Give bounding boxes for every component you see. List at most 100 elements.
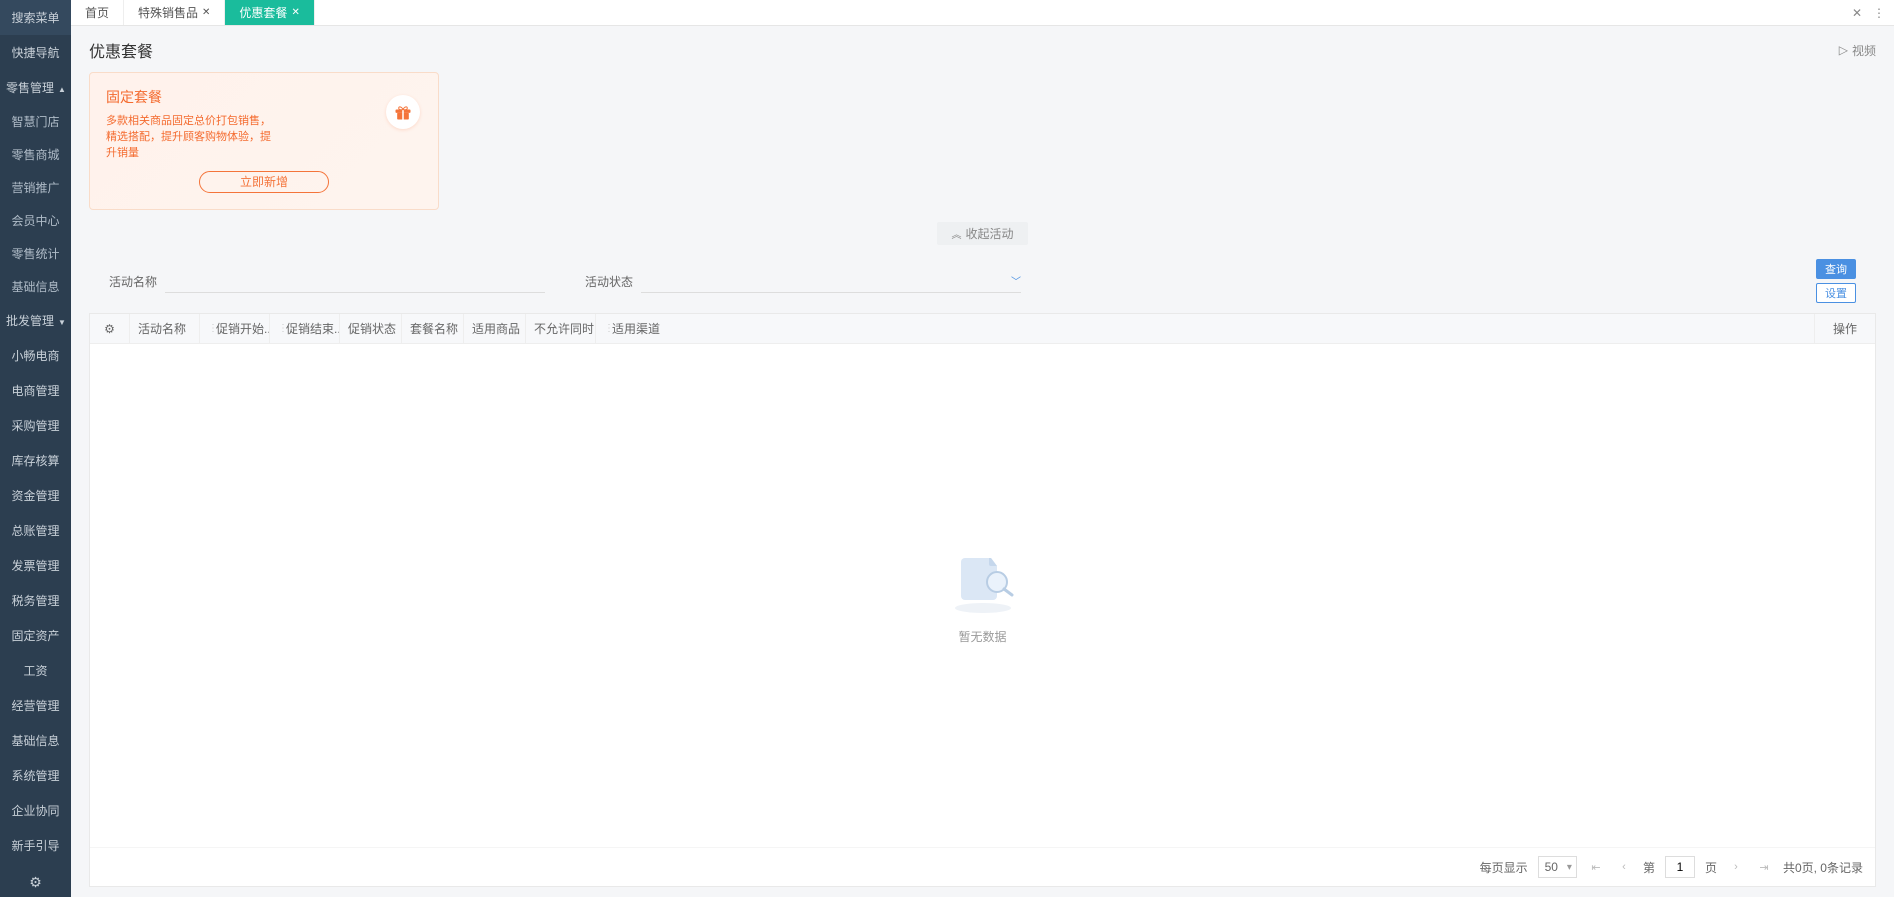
sidebar-item-6[interactable]: 发票管理: [0, 548, 71, 583]
sidebar-quicknav[interactable]: 快捷导航: [0, 35, 71, 70]
per-page-label: 每页显示: [1480, 859, 1528, 876]
sidebar-search[interactable]: 搜索菜单: [0, 0, 71, 35]
sidebar-retail-item-2[interactable]: 营销推广: [0, 171, 71, 204]
promo-card: 固定套餐 多款相关商品固定总价打包销售，精选搭配，提升顾客购物体验，提升销量 立…: [89, 72, 439, 210]
page-summary: 共0页, 0条记录: [1783, 859, 1863, 876]
sidebar-item-13[interactable]: 企业协同: [0, 793, 71, 828]
tab-discount-package[interactable]: 优惠套餐 ✕: [225, 0, 314, 25]
close-icon[interactable]: ✕: [202, 7, 210, 18]
tab-special-sales[interactable]: 特殊销售品 ✕: [124, 0, 225, 25]
sidebar-wholesale[interactable]: 批发管理: [0, 303, 71, 338]
th-start[interactable]: ⋮促销开始...: [200, 314, 270, 343]
sidebar-retail-item-3[interactable]: 会员中心: [0, 204, 71, 237]
sidebar-retail-label: 零售管理: [6, 81, 54, 95]
sidebar-retail-item-1[interactable]: 零售商城: [0, 138, 71, 171]
th-channel[interactable]: ⋮适用渠道: [596, 314, 1815, 343]
video-link[interactable]: ▷ 视频: [1839, 42, 1876, 59]
filter-name-label: 活动名称: [109, 273, 157, 290]
th-package-name[interactable]: 套餐名称: [402, 314, 464, 343]
page-first-button[interactable]: ⇤: [1587, 858, 1605, 876]
chevron-down-icon: ﹀: [1011, 273, 1021, 288]
gear-icon: ⚙: [104, 322, 115, 336]
play-icon: ▷: [1839, 43, 1848, 57]
th-label: 不允许同时...: [534, 320, 596, 337]
page-number-input[interactable]: [1665, 856, 1695, 878]
page-word-1: 第: [1643, 859, 1655, 876]
tabs-close-all-icon[interactable]: ✕: [1848, 4, 1866, 22]
sidebar-item-10[interactable]: 经营管理: [0, 688, 71, 723]
sidebar-item-12[interactable]: 系统管理: [0, 758, 71, 793]
sidebar-item-9[interactable]: 工资: [0, 653, 71, 688]
th-label: 促销结束...: [286, 320, 340, 337]
page-word-2: 页: [1705, 859, 1717, 876]
tab-special-sales-label: 特殊销售品: [138, 4, 198, 21]
empty-text: 暂无数据: [958, 628, 1006, 645]
empty-state-icon: [943, 546, 1023, 616]
th-gear[interactable]: ⚙: [90, 314, 130, 343]
page-next-button[interactable]: ›: [1727, 858, 1745, 876]
sidebar-item-3[interactable]: 库存核算: [0, 443, 71, 478]
pagination: 每页显示 50 ⇤ ‹ 第 页 › ⇥ 共0页, 0条记录: [90, 847, 1875, 886]
sidebar: 搜索菜单 快捷导航 零售管理 智慧门店 零售商城 营销推广 会员中心 零售统计 …: [0, 0, 71, 897]
sidebar-item-8[interactable]: 固定资产: [0, 618, 71, 653]
th-label: 操作: [1833, 320, 1857, 337]
th-label: 活动名称: [138, 320, 186, 337]
tab-home[interactable]: 首页: [71, 0, 124, 25]
promo-title: 固定套餐: [106, 87, 422, 107]
gift-icon: [386, 95, 420, 129]
tab-home-label: 首页: [85, 4, 109, 21]
th-end[interactable]: ⋮促销结束...: [270, 314, 340, 343]
th-activity-name[interactable]: 活动名称: [130, 314, 200, 343]
chevron-up-icon: ︽: [951, 226, 961, 241]
per-page-select[interactable]: 50: [1538, 856, 1577, 878]
tabs-more-icon[interactable]: ⋮: [1870, 4, 1888, 22]
table: ⚙ 活动名称 ⋮促销开始... ⋮促销结束... 促销状态 套餐名称 适用商品 …: [89, 313, 1876, 887]
th-action: 操作: [1815, 314, 1875, 343]
settings-button[interactable]: 设置: [1816, 283, 1856, 303]
filters: 活动名称 活动状态 ﹀ 查询 设置: [89, 253, 1876, 313]
sidebar-item-1[interactable]: 电商管理: [0, 373, 71, 408]
th-products[interactable]: 适用商品: [464, 314, 526, 343]
th-label: 促销开始...: [216, 320, 270, 337]
filter-status: 活动状态 ﹀: [585, 269, 1021, 293]
sidebar-retail-item-4[interactable]: 零售统计: [0, 237, 71, 270]
main: 首页 特殊销售品 ✕ 优惠套餐 ✕ ✕ ⋮ 优惠套餐 ▷ 视频 固定套餐 多款相关商…: [71, 0, 1894, 897]
table-body-empty: 暂无数据: [90, 344, 1875, 847]
th-label: 促销状态: [348, 320, 396, 337]
per-page-value: 50: [1545, 860, 1558, 874]
filter-name: 活动名称: [109, 269, 545, 293]
sidebar-item-5[interactable]: 总账管理: [0, 513, 71, 548]
tab-discount-package-label: 优惠套餐: [239, 4, 287, 21]
table-header: ⚙ 活动名称 ⋮促销开始... ⋮促销结束... 促销状态 套餐名称 适用商品 …: [90, 314, 1875, 344]
filter-status-select[interactable]: ﹀: [641, 269, 1021, 293]
collapse-toggle[interactable]: ︽ 收起活动: [937, 222, 1027, 245]
sidebar-retail-item-5[interactable]: 基础信息: [0, 270, 71, 303]
th-disallow[interactable]: 不允许同时...: [526, 314, 596, 343]
sidebar-item-4[interactable]: 资金管理: [0, 478, 71, 513]
th-label: 适用渠道: [612, 320, 660, 337]
page-last-button[interactable]: ⇥: [1755, 858, 1773, 876]
filter-name-input[interactable]: [165, 269, 545, 293]
sidebar-retail-item-0[interactable]: 智慧门店: [0, 105, 71, 138]
sidebar-item-14[interactable]: 新手引导: [0, 828, 71, 863]
th-label: 套餐名称: [410, 320, 458, 337]
sidebar-item-7[interactable]: 税务管理: [0, 583, 71, 618]
sidebar-item-2[interactable]: 采购管理: [0, 408, 71, 443]
page-header: 优惠套餐 ▷ 视频: [71, 26, 1894, 72]
drag-icon: ⋮: [604, 323, 610, 334]
page-prev-button[interactable]: ‹: [1615, 858, 1633, 876]
sidebar-item-0[interactable]: 小畅电商: [0, 338, 71, 373]
content: 固定套餐 多款相关商品固定总价打包销售，精选搭配，提升顾客购物体验，提升销量 立…: [71, 72, 1894, 897]
drag-icon: ⋮: [278, 323, 284, 334]
collapse-bar: ︽ 收起活动: [89, 222, 1876, 245]
close-icon[interactable]: ✕: [291, 7, 299, 18]
add-new-button[interactable]: 立即新增: [199, 171, 329, 193]
sidebar-settings-icon[interactable]: ⚙: [0, 868, 71, 897]
sidebar-wholesale-label: 批发管理: [6, 314, 54, 328]
promo-desc: 多款相关商品固定总价打包销售，精选搭配，提升顾客购物体验，提升销量: [106, 113, 276, 161]
drag-icon: ⋮: [208, 323, 214, 334]
sidebar-retail[interactable]: 零售管理: [0, 70, 71, 105]
th-status[interactable]: 促销状态: [340, 314, 402, 343]
query-button[interactable]: 查询: [1816, 259, 1856, 279]
sidebar-item-11[interactable]: 基础信息: [0, 723, 71, 758]
